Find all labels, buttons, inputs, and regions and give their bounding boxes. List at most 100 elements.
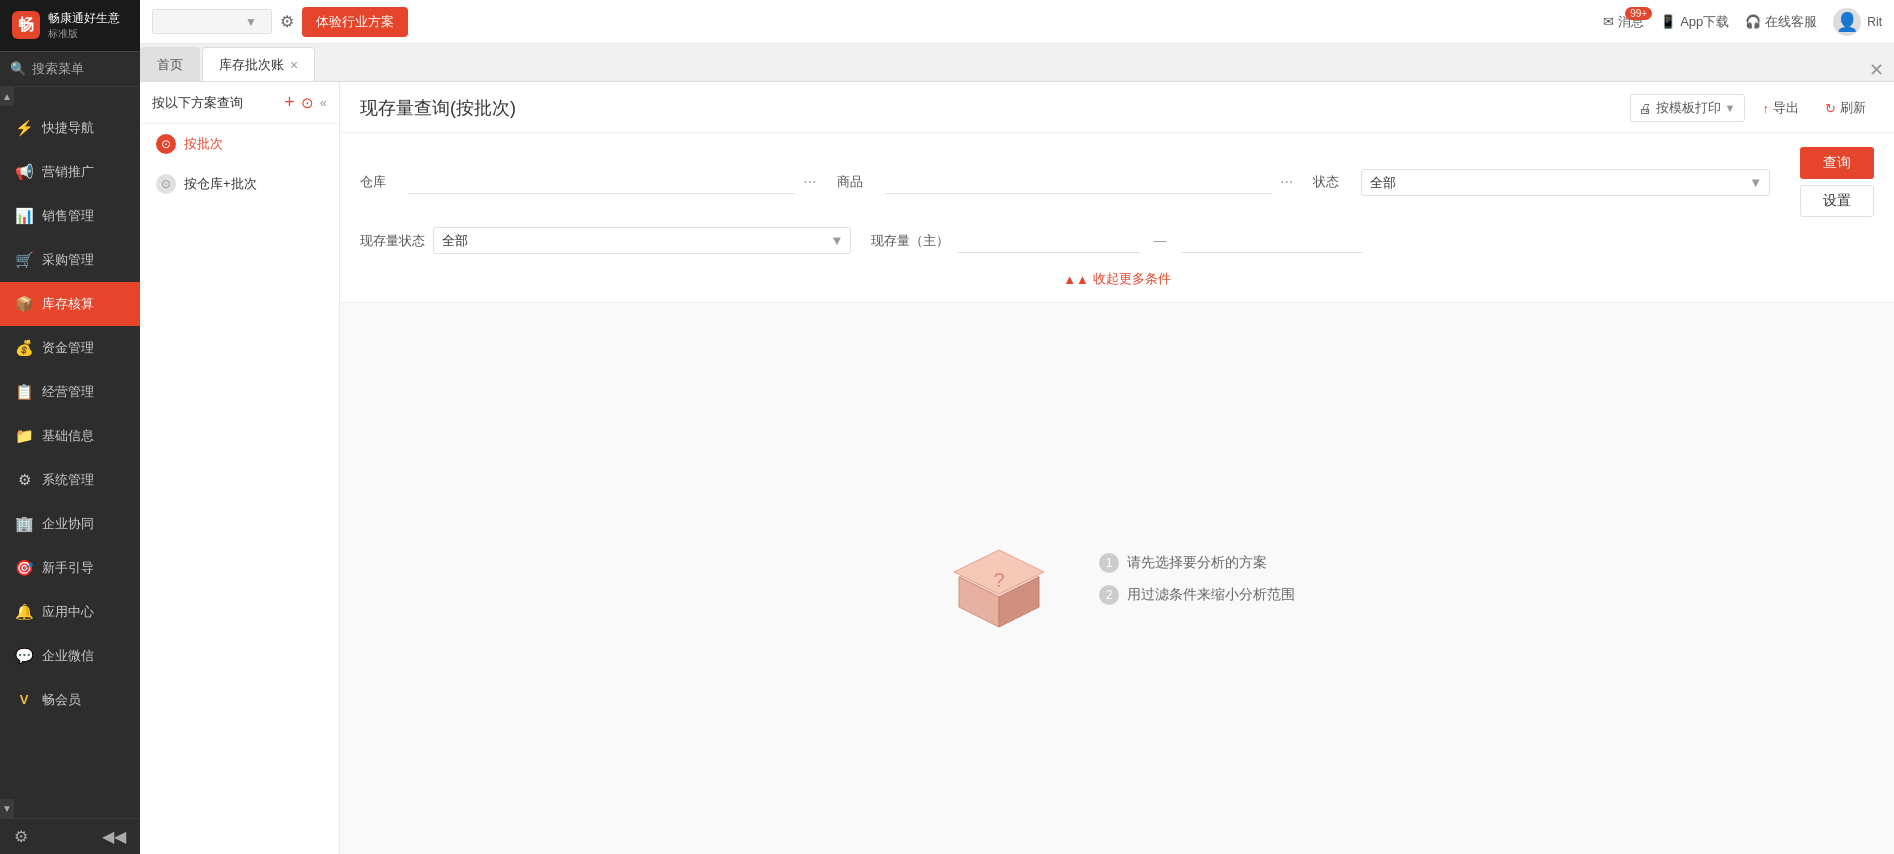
app-download-btn[interactable]: 📱 App下载 [1660,13,1729,31]
collapse-label: 收起更多条件 [1093,270,1171,288]
sidebar-item-label: 经营管理 [42,383,94,401]
operation-icon: 📋 [14,382,34,402]
product-label: 商品 [837,173,877,191]
sidebar-item-label: 企业协同 [42,515,94,533]
export-icon: ↑ [1763,101,1770,116]
warehouse-input[interactable] [408,170,795,194]
basic-icon: 📁 [14,426,34,446]
notification-icon: ✉ [1603,14,1614,29]
topbar-gear-icon[interactable]: ⚙ [280,12,294,31]
sidebar-header: 畅 畅康通好生意 标准版 [0,0,140,52]
filter-row-1: 仓库 ··· 商品 ··· 状态 全部 [360,147,1874,217]
brand-name: 畅康通好生意 [48,10,128,27]
add-scheme-btn[interactable]: + [284,92,295,113]
print-btn[interactable]: 🖨 按模板打印 ▼ [1630,94,1745,122]
user-profile-btn[interactable]: 👤 Rit [1833,8,1882,36]
page-title-bar: 现存量查询(按批次) 🖨 按模板打印 ▼ ↑ 导出 ↻ 刷新 [340,82,1894,133]
collapse-filters-btn[interactable]: ▲▲ 收起更多条件 [360,264,1874,288]
sidebar-item-member[interactable]: V 畅会员 [0,678,140,722]
sidebar-item-operation[interactable]: 📋 经营管理 [0,370,140,414]
search-icon: 🔍 [10,61,26,76]
collapse-sidebar-icon[interactable]: ◀◀ [102,827,126,846]
scheme-item-by-warehouse-batch[interactable]: ⊙ 按仓库+批次 [140,164,339,204]
sidebar-item-basic[interactable]: 📁 基础信息 [0,414,140,458]
refresh-icon: ↻ [1825,101,1836,116]
brand-tag: 标准版 [48,27,128,41]
empty-tip-1: 1 请先选择要分析的方案 [1099,553,1295,573]
topbar-right: ✉ 消息 99+ 📱 App下载 🎧 在线客服 👤 Rit [1603,8,1882,36]
sidebar-item-marketing[interactable]: 📢 营销推广 [0,150,140,194]
settings-gear-icon[interactable]: ⚙ [14,827,28,846]
status-label: 状态 [1313,173,1353,191]
topbar-dropdown-btn[interactable]: ▼ [245,15,257,29]
brand-info: 畅康通好生意 标准版 [48,10,128,41]
sidebar-item-label: 畅会员 [42,691,81,709]
sidebar-item-newbie[interactable]: 🎯 新手引导 [0,546,140,590]
scroll-up-btn[interactable]: ▲ [0,87,14,106]
search-menu[interactable]: 🔍 搜索菜单 [0,52,140,87]
status-select[interactable]: 全部 正常 停用 [1361,169,1770,196]
sidebar-item-enterprise[interactable]: 🏢 企业协同 [0,502,140,546]
export-btn[interactable]: ↑ 导出 [1755,95,1808,121]
sidebar-item-wechat[interactable]: 💬 企业微信 [0,634,140,678]
sidebar-item-label: 企业微信 [42,647,94,665]
service-label: 在线客服 [1765,13,1817,31]
service-icon: 🎧 [1745,14,1761,29]
sidebar-item-label: 销售管理 [42,207,94,225]
page-title: 现存量查询(按批次) [360,96,516,120]
inventory-qty-dash: — [1148,233,1173,248]
sidebar-item-label: 采购管理 [42,251,94,269]
sales-icon: 📊 [14,206,34,226]
tab-close-btn[interactable]: × [290,58,298,72]
scheme-item-by-batch[interactable]: ⊙ 按批次 [140,124,339,164]
sidebar-item-finance[interactable]: 💰 资金管理 [0,326,140,370]
panel-header-actions: + ⊙ « [284,92,327,113]
sidebar-item-label: 应用中心 [42,603,94,621]
panel-header-label: 按以下方案查询 [152,94,243,112]
sidebar-item-quick-nav[interactable]: ⚡ 快捷导航 [0,106,140,150]
notification-btn[interactable]: ✉ 消息 99+ [1603,13,1644,31]
warehouse-filter: 仓库 ··· [360,170,817,194]
filter-settings-btn[interactable]: 设置 [1800,185,1874,217]
scroll-down-btn[interactable]: ▼ [0,799,14,818]
scheme-settings-btn[interactable]: ⊙ [301,94,314,112]
inventory-status-select[interactable]: 全部 有库存 无库存 [433,227,851,254]
panel-collapse-btn[interactable]: « [320,95,327,110]
newbie-icon: 🎯 [14,558,34,578]
sidebar-item-sales[interactable]: 📊 销售管理 [0,194,140,238]
empty-tips: 1 请先选择要分析的方案 2 用过滤条件来缩小分析范围 [1099,553,1295,605]
service-btn[interactable]: 🎧 在线客服 [1745,13,1817,31]
warehouse-more-btn[interactable]: ··· [803,173,816,191]
tip-num-1: 1 [1099,553,1119,573]
product-more-btn[interactable]: ··· [1280,173,1293,191]
sidebar-item-purchase[interactable]: 🛒 采购管理 [0,238,140,282]
app-download-icon: 📱 [1660,14,1676,29]
sidebar-item-system[interactable]: ⚙ 系统管理 [0,458,140,502]
product-input[interactable] [885,170,1272,194]
tab-home[interactable]: 首页 [140,47,200,81]
empty-svg: ? [939,517,1059,637]
collapse-up-icon: ▲▲ [1063,272,1089,287]
sidebar-item-appstore[interactable]: 🔔 应用中心 [0,590,140,634]
tab-inventory-batch-label: 库存批次账 [219,56,284,74]
topbar: ▼ ⚙ 体验行业方案 ✉ 消息 99+ 📱 App下载 🎧 在线客服 👤 [140,0,1894,44]
filter-area: 仓库 ··· 商品 ··· 状态 全部 [340,133,1894,303]
inventory-qty-from-input[interactable] [957,229,1139,253]
filter-row-2: 现存量状态 全部 有库存 无库存 ▼ 现存量（主） — [360,227,1874,254]
print-icon: 🖨 [1639,101,1652,116]
tab-close-right-btn[interactable]: ✕ [1869,59,1884,81]
tab-inventory-batch[interactable]: 库存批次账 × [202,47,315,81]
topbar-search-input[interactable] [161,14,241,29]
tip-text-1: 请先选择要分析的方案 [1127,554,1267,572]
sidebar-item-inventory[interactable]: 📦 库存核算 [0,282,140,326]
query-btn[interactable]: 查询 [1800,147,1874,179]
member-icon: V [14,690,34,710]
user-name: Rit [1867,15,1882,29]
enterprise-icon: 🏢 [14,514,34,534]
inventory-qty-to-input[interactable] [1181,229,1363,253]
inventory-icon: 📦 [14,294,34,314]
print-label: 按模板打印 [1656,99,1721,117]
sidebar-item-label: 基础信息 [42,427,94,445]
experience-btn[interactable]: 体验行业方案 [302,7,408,37]
refresh-btn[interactable]: ↻ 刷新 [1817,95,1874,121]
